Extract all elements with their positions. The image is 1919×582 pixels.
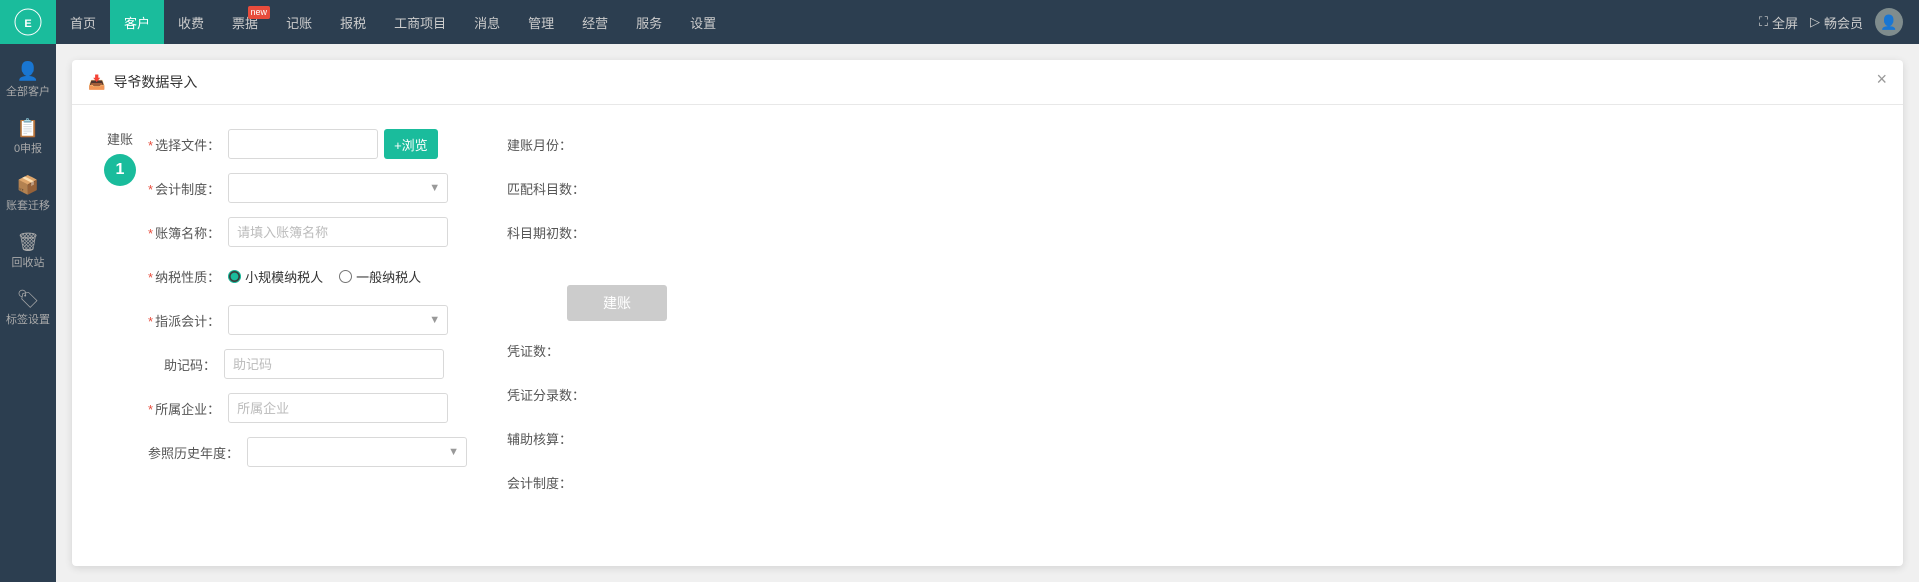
step-label: 建账 1 [104, 129, 136, 186]
top-navigation: E 首页 客户 收费 票据 new 记账 报税 工商项目 消息 管理 [0, 0, 1919, 44]
history-year-label: 参照历史年度： [148, 443, 239, 462]
memo-code-input[interactable] [224, 349, 444, 379]
tag-icon: 🏷 [17, 290, 40, 308]
nav-item-fee[interactable]: 收费 [164, 0, 218, 44]
subject-initial-label: 科目期初数： [507, 223, 585, 242]
radio-general-taxpayer[interactable]: 一般纳税人 [339, 267, 421, 286]
svg-text:E: E [24, 18, 31, 30]
dialog-header: 📥 导爷数据导入 [72, 60, 1903, 105]
accountant-label: *指派会计： [148, 311, 220, 330]
history-year-select-wrapper: ▼ [247, 437, 467, 467]
book-name-row: *账簿名称： [148, 217, 467, 247]
match-subject-label: 匹配科目数： [507, 179, 585, 198]
browse-button[interactable]: +浏览 [384, 129, 438, 159]
sidebar-item-tag-settings[interactable]: 🏷 标签设置 [0, 280, 56, 337]
step-text: 建账 [107, 129, 133, 148]
nav-item-invoice[interactable]: 票据 new [218, 0, 272, 44]
play-icon: ▷ [1810, 14, 1820, 30]
logo-icon: E [14, 8, 42, 36]
dialog-title: 导爷数据导入 [113, 72, 197, 92]
file-select-row: *选择文件： +浏览 [148, 129, 467, 159]
nav-item-home[interactable]: 首页 [56, 0, 110, 44]
accounting-system-select-wrapper: ▼ [228, 173, 448, 203]
info-accounting-system-label: 会计制度： [507, 473, 579, 492]
nav-item-bookkeeping[interactable]: 记账 [272, 0, 326, 44]
fullscreen-button[interactable]: ⛶ 全屏 [1759, 13, 1798, 32]
accounting-system-select[interactable] [228, 173, 448, 203]
match-subject-row: 匹配科目数： [507, 173, 727, 203]
vip-button[interactable]: ▷ 畅会员 [1810, 13, 1863, 32]
belonging-company-label: *所属企业： [148, 399, 220, 418]
trash-icon: 🗑 [17, 233, 40, 251]
build-month-row: 建账月份： [507, 129, 727, 159]
radio-small-taxpayer[interactable]: 小规模纳税人 [228, 267, 323, 286]
info-panel: 建账月份： 匹配科目数： 科目期初数： 建账 凭证 [507, 129, 727, 497]
nav-item-operation[interactable]: 经营 [568, 0, 622, 44]
logo[interactable]: E [0, 0, 56, 44]
form-left-section: 建账 1 *选择文件： +浏览 [104, 129, 467, 497]
build-button[interactable]: 建账 [567, 285, 667, 321]
accounting-system-row: *会计制度： ▼ [148, 173, 467, 203]
history-year-row: 参照历史年度： ▼ [148, 437, 467, 467]
memo-code-label: 助记码： [148, 355, 216, 374]
nav-item-manage[interactable]: 管理 [514, 0, 568, 44]
sidebar: 👤 全部客户 📋 0申报 📦 账套迁移 🗑 回收站 🏷 标签设置 [0, 44, 56, 582]
voucher-count-row: 凭证数： [507, 335, 727, 365]
nav-item-settings[interactable]: 设置 [676, 0, 730, 44]
sidebar-item-all-customers[interactable]: 👤 全部客户 [0, 52, 56, 109]
content-area: 📥 导爷数据导入 × 建账 1 *选 [56, 44, 1919, 582]
nav-item-message[interactable]: 消息 [460, 0, 514, 44]
migration-icon: 📦 [17, 176, 39, 194]
build-month-label: 建账月份： [507, 135, 579, 154]
belonging-company-row: *所属企业： [148, 393, 467, 423]
memo-code-row: 助记码： [148, 349, 467, 379]
history-year-select[interactable] [247, 437, 467, 467]
tax-nature-row: *纳税性质： 小规模纳税人 一般纳税人 [148, 261, 467, 291]
file-row: +浏览 [228, 129, 438, 159]
tax-nature-label: *纳税性质： [148, 267, 220, 286]
accounting-system-label: *会计制度： [148, 179, 220, 198]
file-input[interactable] [228, 129, 378, 159]
close-button[interactable]: × [1876, 70, 1887, 88]
nav-right: ⛶ 全屏 ▷ 畅会员 👤 [1759, 8, 1919, 36]
auxiliary-label: 辅助核算： [507, 429, 579, 448]
file-label: *选择文件： [148, 135, 220, 154]
voucher-count-label: 凭证数： [507, 341, 579, 360]
sidebar-item-account-migration[interactable]: 📦 账套迁移 [0, 166, 56, 223]
dialog-body: 建账 1 *选择文件： +浏览 [72, 105, 1903, 513]
book-name-input[interactable] [228, 217, 448, 247]
accountant-select-wrapper: ▼ [228, 305, 448, 335]
info-accounting-system-row: 会计制度： [507, 467, 727, 497]
nav-items: 首页 客户 收费 票据 new 记账 报税 工商项目 消息 管理 经营 [56, 0, 1759, 44]
voucher-records-row: 凭证分录数： [507, 379, 727, 409]
build-button-wrapper: 建账 [507, 277, 727, 321]
step-badge: 1 [104, 154, 136, 186]
sidebar-item-recycle-bin[interactable]: 🗑 回收站 [0, 223, 56, 280]
nav-item-customer[interactable]: 客户 [110, 0, 164, 44]
import-icon: 📥 [88, 74, 105, 91]
declaration-icon: 📋 [17, 119, 39, 137]
accountant-select[interactable] [228, 305, 448, 335]
tax-nature-radio-group: 小规模纳税人 一般纳税人 [228, 267, 421, 286]
nav-item-service[interactable]: 服务 [622, 0, 676, 44]
sidebar-item-zero-declaration[interactable]: 📋 0申报 [0, 109, 56, 166]
new-badge: new [248, 6, 271, 19]
main-layout: 👤 全部客户 📋 0申报 📦 账套迁移 🗑 回收站 🏷 标签设置 📥 导爷数据导… [0, 44, 1919, 582]
belonging-company-input[interactable] [228, 393, 448, 423]
dialog-panel: 📥 导爷数据导入 × 建账 1 *选 [72, 60, 1903, 566]
nav-item-tax[interactable]: 报税 [326, 0, 380, 44]
auxiliary-row: 辅助核算： [507, 423, 727, 453]
book-name-label: *账簿名称： [148, 223, 220, 242]
fullscreen-icon: ⛶ [1759, 14, 1768, 30]
user-icon: 👤 [17, 62, 39, 80]
voucher-records-label: 凭证分录数： [507, 385, 585, 404]
accountant-row: *指派会计： ▼ [148, 305, 467, 335]
nav-item-business[interactable]: 工商项目 [380, 0, 460, 44]
avatar-icon: 👤 [1880, 14, 1897, 31]
form-column-left: *选择文件： +浏览 *会计制度： [148, 129, 467, 467]
subject-initial-row: 科目期初数： [507, 217, 727, 247]
avatar[interactable]: 👤 [1875, 8, 1903, 36]
